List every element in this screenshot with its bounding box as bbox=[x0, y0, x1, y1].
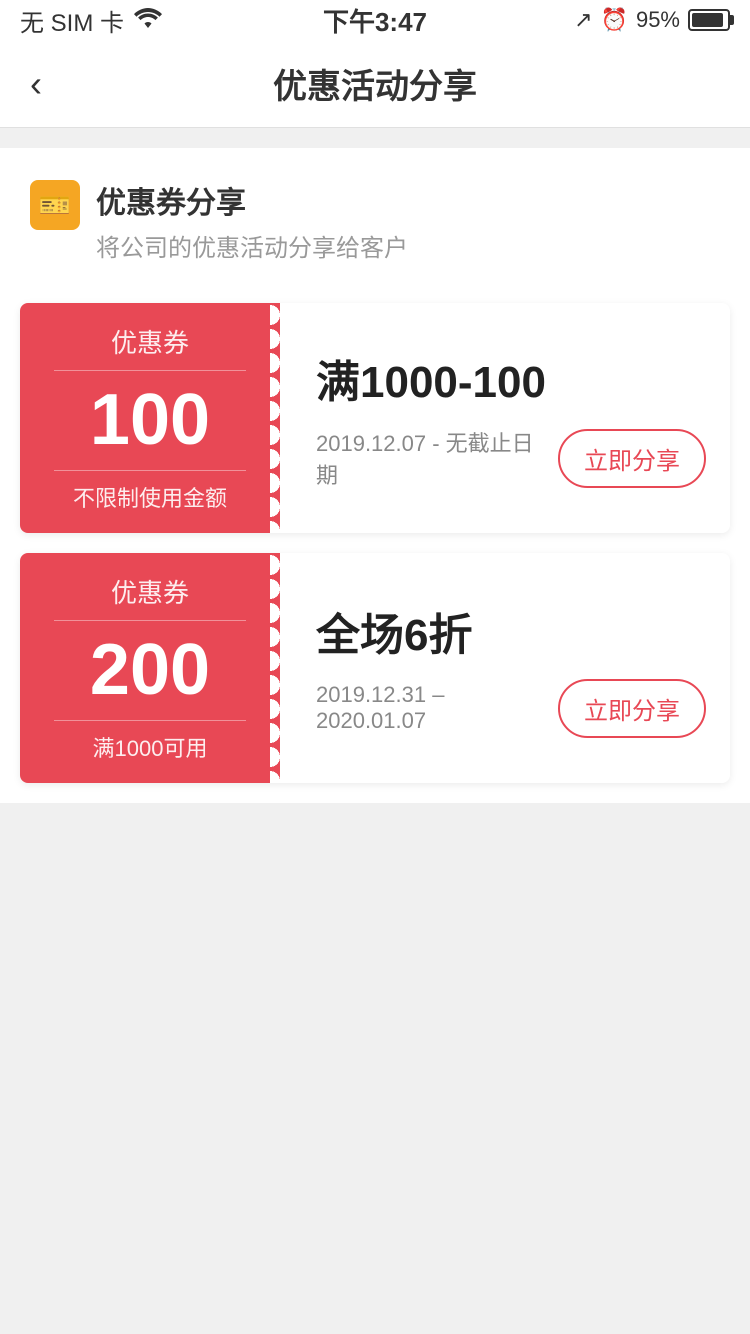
wifi-icon bbox=[134, 6, 162, 35]
battery-icon bbox=[688, 9, 730, 31]
section-header: 🎫 优惠券分享 将公司的优惠活动分享给客户 bbox=[0, 148, 750, 283]
alarm-icon: ⏰ bbox=[601, 7, 628, 33]
status-right: ↗ ⏰ 95% bbox=[574, 7, 730, 33]
location-icon: ↗ bbox=[574, 7, 592, 33]
coupon-list: 优惠券 100 不限制使用金额 满1000-100 2019.12.07 - 无… bbox=[0, 283, 750, 803]
carrier-text: 无 SIM 卡 bbox=[20, 3, 124, 38]
coupon-amount-1: 200 bbox=[90, 631, 210, 710]
coupon-left-1: 优惠券 200 满1000可用 bbox=[20, 553, 280, 783]
status-left: 无 SIM 卡 bbox=[20, 3, 162, 38]
section-title: 优惠券分享 bbox=[96, 178, 408, 222]
back-button[interactable]: ‹ bbox=[30, 63, 42, 105]
coupon-date-0: 2019.12.07 - 无截止日期 bbox=[316, 426, 548, 490]
share-button-0[interactable]: 立即分享 bbox=[558, 429, 706, 488]
section-subtitle: 将公司的优惠活动分享给客户 bbox=[96, 228, 408, 263]
nav-bar: ‹ 优惠活动分享 bbox=[0, 40, 750, 128]
coupon-right-0: 满1000-100 2019.12.07 - 无截止日期 立即分享 bbox=[280, 303, 730, 533]
coupon-date-1: 2019.12.31 – 2020.01.07 bbox=[316, 682, 548, 734]
coupon-condition-1: 满1000可用 bbox=[93, 731, 208, 763]
coupon-amount-0: 100 bbox=[90, 381, 210, 460]
coupon-title-0: 满1000-100 bbox=[316, 346, 706, 410]
coupon-title-1: 全场6折 bbox=[316, 599, 706, 663]
gray-area bbox=[0, 803, 750, 1303]
share-button-1[interactable]: 立即分享 bbox=[558, 679, 706, 738]
coupon-meta-1: 2019.12.31 – 2020.01.07 立即分享 bbox=[316, 679, 706, 738]
coupon-card: 优惠券 100 不限制使用金额 满1000-100 2019.12.07 - 无… bbox=[20, 303, 730, 533]
status-bar: 无 SIM 卡 下午3:47 ↗ ⏰ 95% bbox=[0, 0, 750, 40]
coupon-condition-0: 不限制使用金额 bbox=[73, 481, 227, 513]
coupon-label-0: 优惠券 bbox=[111, 323, 189, 360]
page-title: 优惠活动分享 bbox=[273, 59, 477, 108]
coupon-right-1: 全场6折 2019.12.31 – 2020.01.07 立即分享 bbox=[280, 553, 730, 783]
coupon-card: 优惠券 200 满1000可用 全场6折 2019.12.31 – 2020.0… bbox=[20, 553, 730, 783]
status-time: 下午3:47 bbox=[323, 2, 427, 39]
coupon-meta-0: 2019.12.07 - 无截止日期 立即分享 bbox=[316, 426, 706, 490]
battery-percent: 95% bbox=[636, 7, 680, 33]
section-text-block: 优惠券分享 将公司的优惠活动分享给客户 bbox=[96, 178, 408, 263]
coupon-left-0: 优惠券 100 不限制使用金额 bbox=[20, 303, 280, 533]
coupon-label-1: 优惠券 bbox=[111, 573, 189, 610]
section-icon: 🎫 bbox=[30, 180, 80, 230]
